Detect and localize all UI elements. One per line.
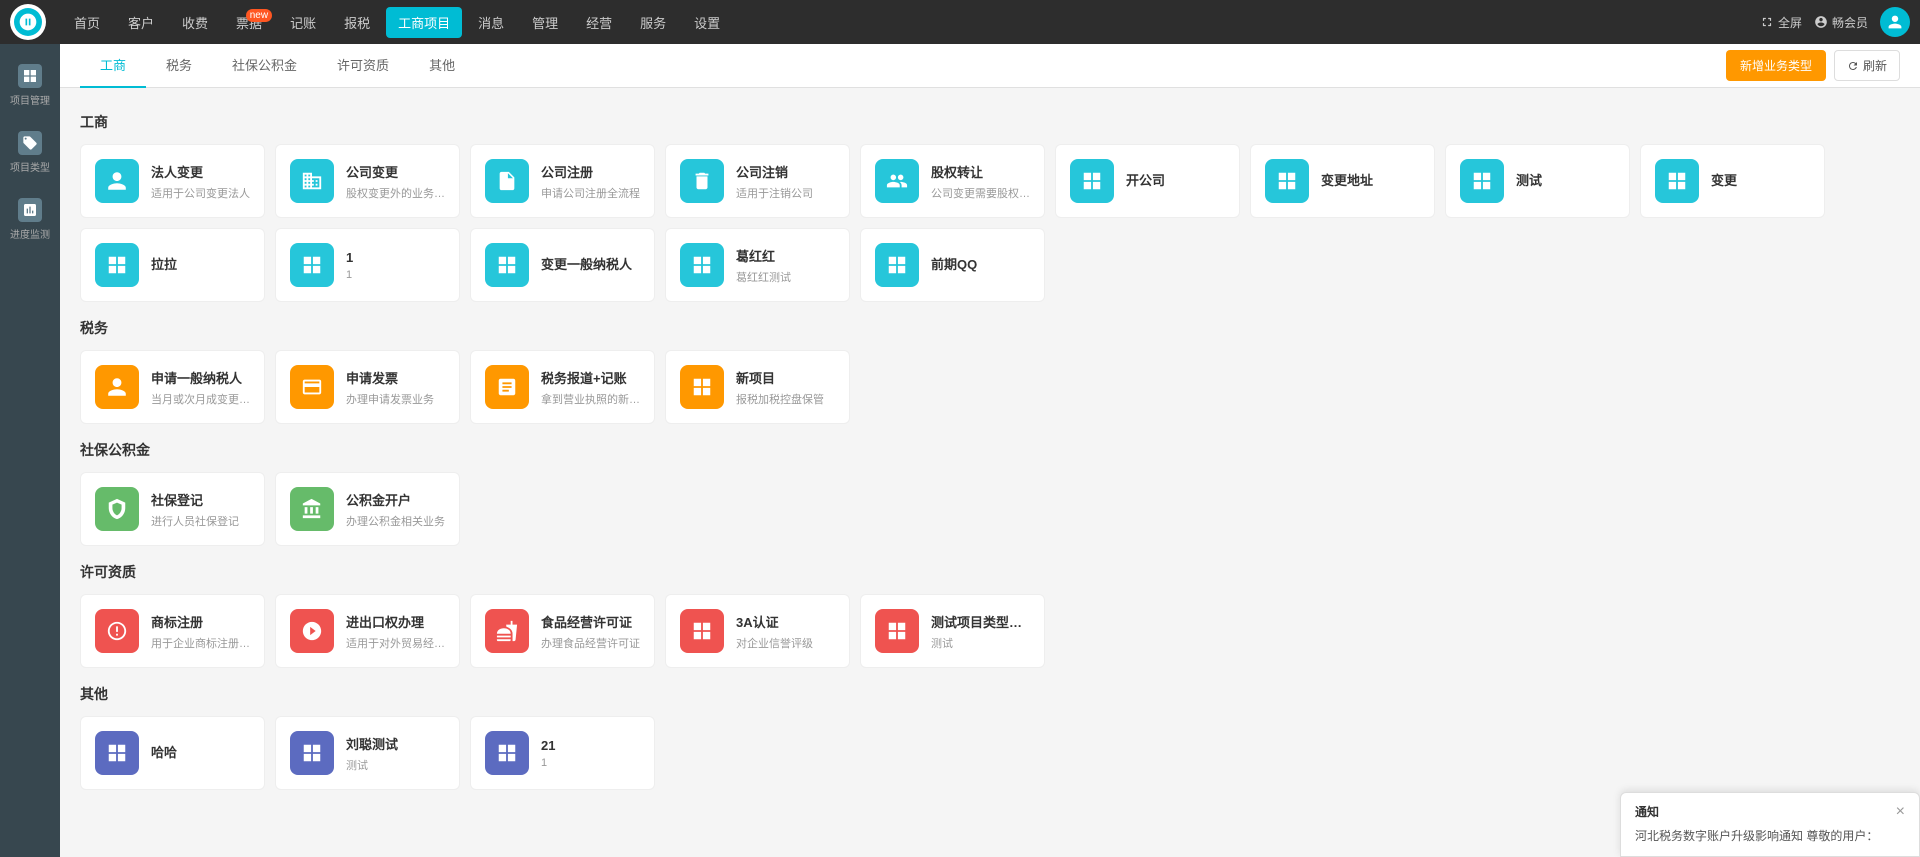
main-content: 工商 法人变更 适用于公司变更法人 公司变更: [60, 88, 1920, 857]
card-公司变更[interactable]: 公司变更 股权变更外的业务变更: [275, 144, 460, 218]
fullscreen-label: 全屏: [1778, 14, 1802, 31]
card-title-法人变更: 法人变更: [151, 162, 250, 181]
refresh-button[interactable]: 刷新: [1834, 50, 1900, 81]
card-前期QQ[interactable]: 前期QQ: [860, 228, 1045, 302]
card-申请一般纳税人[interactable]: 申请一般纳税人 当月或次月成变更完成: [80, 350, 265, 424]
membership-label: 畅会员: [1832, 14, 1868, 31]
tab-license[interactable]: 许可资质: [317, 44, 409, 88]
card-变更地址[interactable]: 变更地址: [1250, 144, 1435, 218]
cards-grid-other: 哈哈 刘聪测试 测试: [80, 716, 1900, 790]
tab-bar: 工商 税务 社保公积金 许可资质 其他 新增业务类型 刷新: [60, 44, 1920, 88]
chart-icon: [18, 198, 42, 222]
card-变更[interactable]: 变更: [1640, 144, 1825, 218]
sidebar-label-project-manage: 项目管理: [10, 92, 50, 107]
nav-settings[interactable]: 设置: [682, 7, 732, 38]
tab-tax[interactable]: 税务: [146, 44, 212, 88]
section-title-business: 工商: [80, 112, 1900, 132]
nav-operate[interactable]: 经营: [574, 7, 624, 38]
avatar[interactable]: [1880, 7, 1910, 37]
sidebar-item-project-type[interactable]: 项目类型: [3, 121, 57, 184]
card-info-法人变更: 法人变更 适用于公司变更法人: [151, 162, 250, 201]
nav-right: 全屏 畅会员: [1760, 7, 1910, 37]
cards-grid-tax: 申请一般纳税人 当月或次月成变更完成 申请发票 办理申请发票业务: [80, 350, 1900, 424]
nav-items: 首页 客户 收费 票据 new 记账 报税 工商项目 消息 管理 经营 服务 设…: [62, 7, 1760, 38]
card-变更一般纳税人[interactable]: 变更一般纳税人: [470, 228, 655, 302]
card-商标注册[interactable]: 商标注册 用于企业商标注册服务: [80, 594, 265, 668]
membership-btn[interactable]: 畅会员: [1814, 14, 1868, 31]
card-开公司[interactable]: 开公司: [1055, 144, 1240, 218]
nav-ticket[interactable]: 票据 new: [224, 7, 274, 38]
tab-business[interactable]: 工商: [80, 44, 146, 88]
sidebar: 项目管理 项目类型 进度监测: [0, 44, 60, 857]
sidebar-item-progress[interactable]: 进度监测: [3, 188, 57, 251]
nav-manage[interactable]: 管理: [520, 7, 570, 38]
card-税务报道记账[interactable]: 税务报道+记账 拿到营业执照的新公司: [470, 350, 655, 424]
new-badge: new: [246, 9, 272, 22]
card-3A认证[interactable]: 3A认证 对企业信誉评级: [665, 594, 850, 668]
sidebar-label-progress: 进度监测: [10, 226, 50, 241]
card-公积金开户[interactable]: 公积金开户 办理公积金相关业务: [275, 472, 460, 546]
card-申请发票[interactable]: 申请发票 办理申请发票业务: [275, 350, 460, 424]
new-business-type-button[interactable]: 新增业务类型: [1726, 50, 1826, 81]
card-哈哈[interactable]: 哈哈: [80, 716, 265, 790]
card-公司注销[interactable]: 公司注销 适用于注销公司: [665, 144, 850, 218]
main-layout: 项目管理 项目类型 进度监测 工商 税务 社保公积金 许可资质 其他 新增业务类…: [0, 44, 1920, 857]
card-新项目[interactable]: 新项目 报税加税控盘保管: [665, 350, 850, 424]
fullscreen-btn[interactable]: 全屏: [1760, 14, 1802, 31]
sidebar-item-project-manage[interactable]: 项目管理: [3, 54, 57, 117]
notification-close-button[interactable]: ×: [1896, 803, 1905, 821]
cards-grid-business: 法人变更 适用于公司变更法人 公司变更 股权变更外的业务变更: [80, 144, 1900, 302]
card-21[interactable]: 21 1: [470, 716, 655, 790]
tag-icon: [18, 131, 42, 155]
nav-message[interactable]: 消息: [466, 7, 516, 38]
card-拉拉[interactable]: 拉拉: [80, 228, 265, 302]
card-测试项目类型[interactable]: 测试项目类型自定义 测试: [860, 594, 1045, 668]
tab-actions: 新增业务类型 刷新: [1726, 50, 1900, 81]
tab-other[interactable]: 其他: [409, 44, 475, 88]
card-sub-法人变更: 适用于公司变更法人: [151, 185, 250, 201]
nav-service[interactable]: 服务: [628, 7, 678, 38]
nav-customer[interactable]: 客户: [116, 7, 166, 38]
notification-title: 通知: [1635, 803, 1659, 820]
nav-fee[interactable]: 收费: [170, 7, 220, 38]
nav-account[interactable]: 记账: [278, 7, 328, 38]
cards-grid-social: 社保登记 进行人员社保登记 公积金开户 办理公积金相关业务: [80, 472, 1900, 546]
section-title-social: 社保公积金: [80, 440, 1900, 460]
card-公司注册[interactable]: 公司注册 申请公司注册全流程: [470, 144, 655, 218]
tab-social[interactable]: 社保公积金: [212, 44, 317, 88]
section-title-other: 其他: [80, 684, 1900, 704]
section-title-license: 许可资质: [80, 562, 1900, 582]
card-进出口权办理[interactable]: 进出口权办理 适用于对外贸易经营者: [275, 594, 460, 668]
nav-home[interactable]: 首页: [62, 7, 112, 38]
grid-icon: [18, 64, 42, 88]
notification-panel: 通知 × 河北税务数字账户升级影响通知 尊敬的用户：: [1620, 792, 1920, 857]
logo-icon: [18, 12, 38, 32]
card-icon-公司变更: [290, 159, 334, 203]
card-测试[interactable]: 测试: [1445, 144, 1630, 218]
top-nav: 首页 客户 收费 票据 new 记账 报税 工商项目 消息 管理 经营 服务 设…: [0, 0, 1920, 44]
card-icon-法人变更: [95, 159, 139, 203]
card-葛红红[interactable]: 葛红红 葛红红测试: [665, 228, 850, 302]
refresh-label: 刷新: [1863, 57, 1887, 74]
card-股权转让[interactable]: 股权转让 公司变更需要股权转让: [860, 144, 1045, 218]
card-法人变更[interactable]: 法人变更 适用于公司变更法人: [80, 144, 265, 218]
section-title-tax: 税务: [80, 318, 1900, 338]
sidebar-label-project-type: 项目类型: [10, 159, 50, 174]
card-1[interactable]: 1 1: [275, 228, 460, 302]
nav-tax[interactable]: 报税: [332, 7, 382, 38]
nav-business[interactable]: 工商项目: [386, 7, 462, 38]
card-社保登记[interactable]: 社保登记 进行人员社保登记: [80, 472, 265, 546]
logo[interactable]: [10, 4, 46, 40]
content-area: 工商 税务 社保公积金 许可资质 其他 新增业务类型 刷新 工商: [60, 44, 1920, 857]
notification-body: 河北税务数字账户升级影响通知 尊敬的用户：: [1635, 827, 1905, 846]
card-刘聪测试[interactable]: 刘聪测试 测试: [275, 716, 460, 790]
card-食品经营许可证[interactable]: 食品经营许可证 办理食品经营许可证: [470, 594, 655, 668]
cards-grid-license: 商标注册 用于企业商标注册服务 进出口权办理 适用于对外贸易经营者: [80, 594, 1900, 668]
